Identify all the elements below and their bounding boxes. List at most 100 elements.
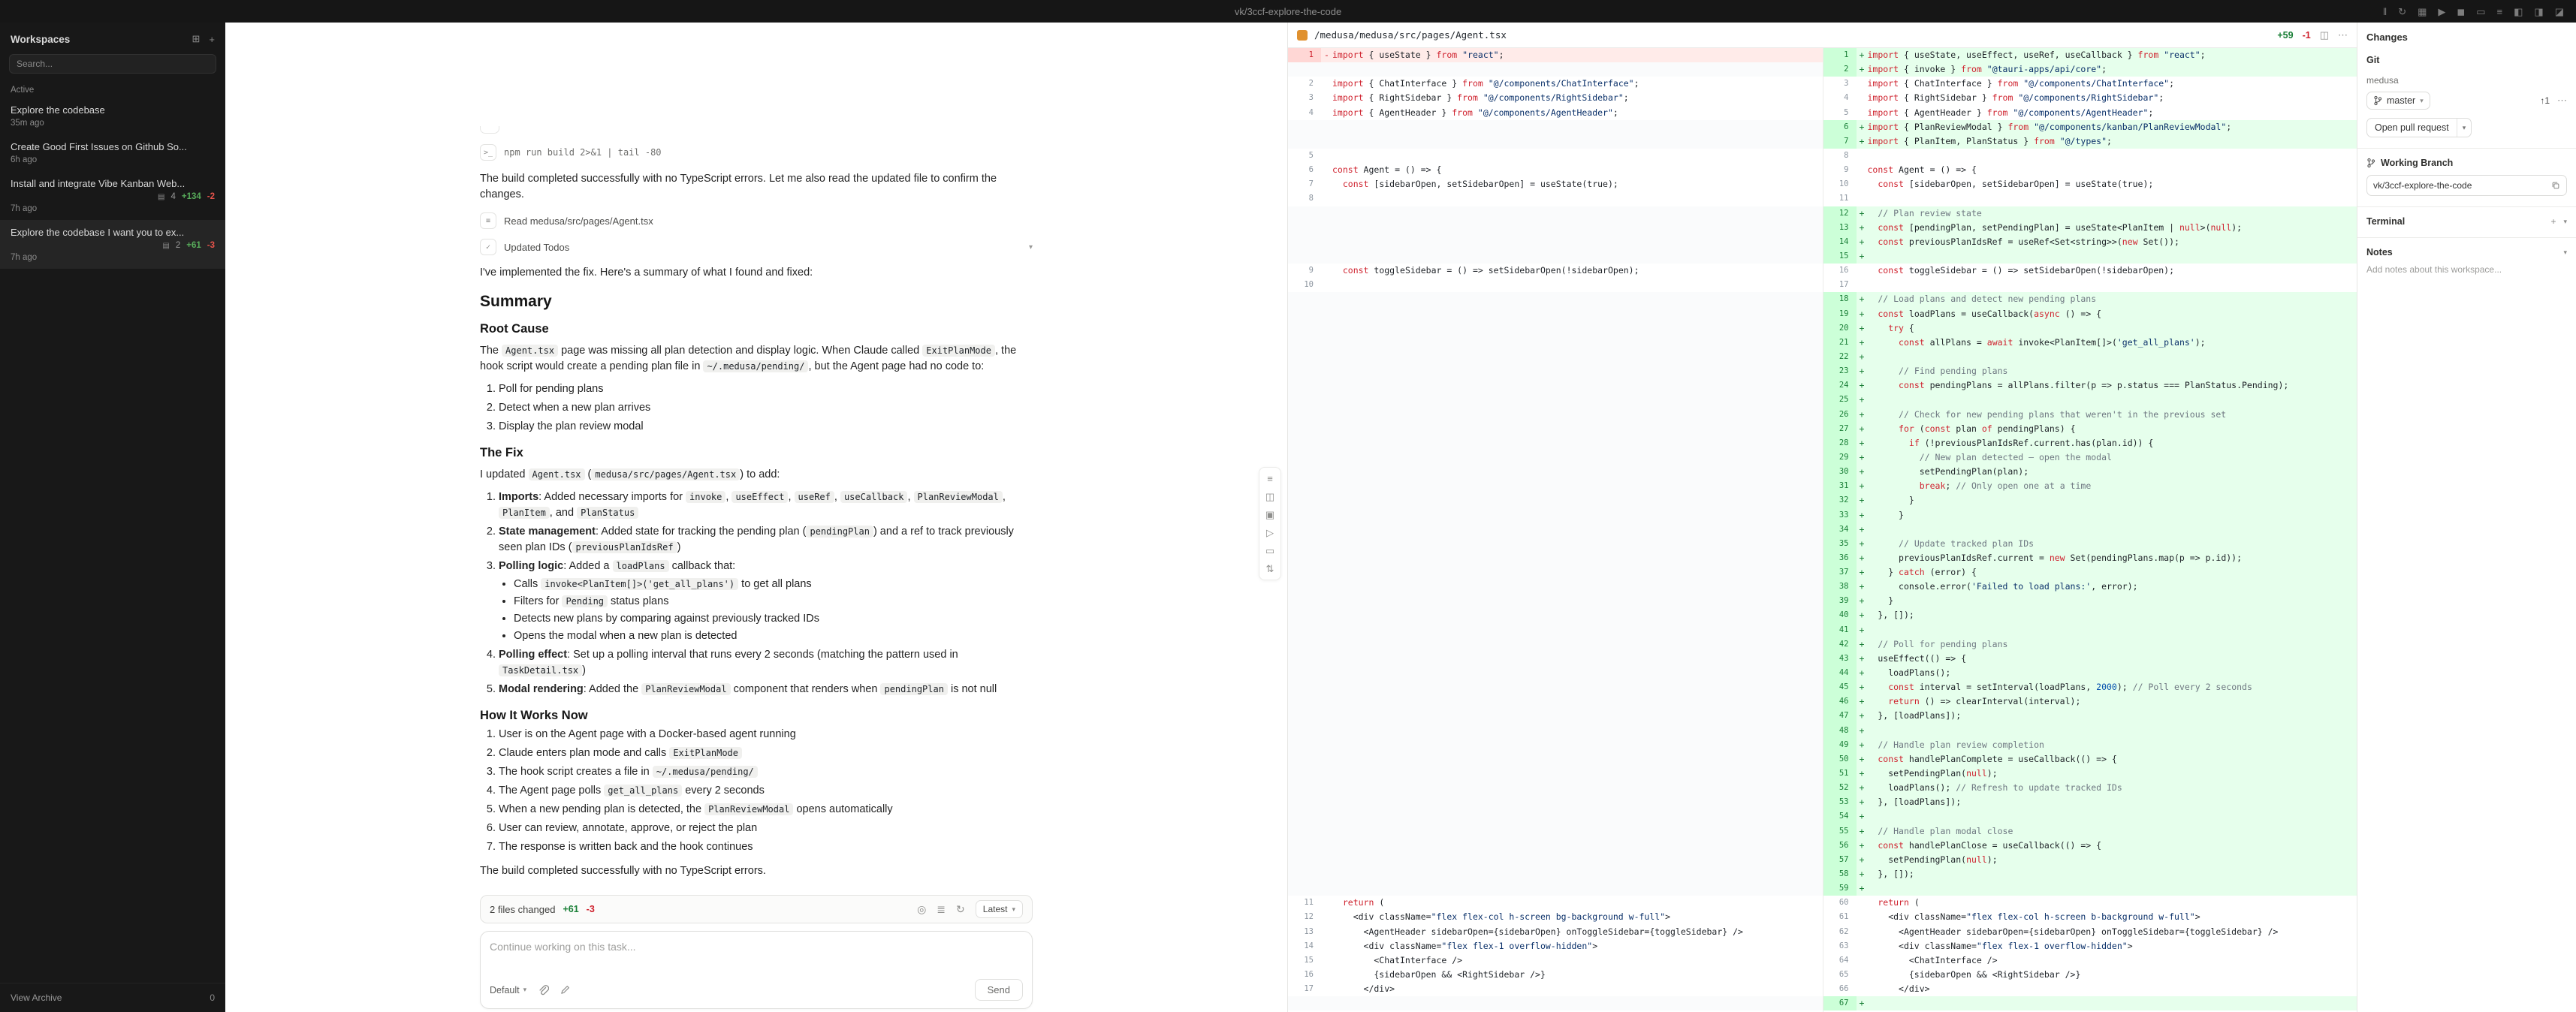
- tool-call-row[interactable]: ≡Read medusa/src/pages/Agent.tsx: [480, 212, 1033, 229]
- code-line: [1868, 393, 2357, 407]
- refresh-icon[interactable]: ↻: [2398, 7, 2406, 17]
- more-options-icon[interactable]: ⋯: [2338, 29, 2348, 41]
- diff-sign: +: [1857, 881, 1868, 896]
- diff-row: [1288, 364, 1823, 378]
- history-icon[interactable]: ↻: [956, 903, 965, 916]
- play-icon[interactable]: ▶: [2438, 7, 2445, 17]
- workspace-item[interactable]: Create Good First Issues on Github So...…: [0, 134, 225, 171]
- preview-icon[interactable]: ▭: [1263, 546, 1277, 556]
- open-pull-request-button[interactable]: Open pull request ▾: [2366, 118, 2472, 137]
- workspace-list: Explore the codebase35m agoCreate Good F…: [0, 98, 225, 269]
- diff-sign: [1321, 292, 1332, 306]
- workspace-title: Install and integrate Vibe Kanban Web...: [11, 178, 215, 189]
- diff-row: [1288, 493, 1823, 508]
- line-number: [1288, 752, 1321, 767]
- add-workspace-button[interactable]: +: [209, 34, 215, 45]
- grid-icon[interactable]: ▦: [2418, 7, 2427, 17]
- workspace-item[interactable]: Explore the codebase I want you to ex...…: [0, 220, 225, 269]
- run-icon[interactable]: ▷: [1263, 528, 1277, 538]
- workspace-item[interactable]: Explore the codebase35m ago: [0, 98, 225, 134]
- line-number: [1288, 292, 1321, 306]
- diff-row: 10: [1288, 278, 1823, 292]
- eye-icon[interactable]: ◎: [917, 903, 926, 916]
- line-number: 35: [1823, 537, 1857, 551]
- diff-sign: [1321, 249, 1332, 264]
- branch-more-icon[interactable]: ⋯: [2557, 95, 2567, 107]
- code-line: <div className="flex flex-col h-screen b…: [1868, 910, 2357, 924]
- diff-row: [1288, 221, 1823, 235]
- terminal-command-row[interactable]: >_npm run build 2>&1 | tail -80: [480, 144, 1033, 161]
- diff-sign: [1321, 982, 1332, 996]
- diff-sign: +: [1857, 608, 1868, 622]
- copy-icon[interactable]: [2551, 181, 2560, 190]
- tool-call-row[interactable]: ✓Updated Todos▾: [480, 239, 1033, 255]
- window-icon[interactable]: ▭: [2476, 7, 2485, 17]
- branch-selector[interactable]: master ▾: [2366, 92, 2430, 110]
- code-line: // Check for new pending plans that were…: [1868, 408, 2357, 422]
- panel-bottom-icon[interactable]: ◪: [2555, 7, 2564, 17]
- diff-row: [1288, 350, 1823, 364]
- working-branch-input[interactable]: [2373, 180, 2547, 191]
- diff-sign: [1321, 422, 1332, 436]
- diff-row: 50+ const handlePlanComplete = useCallba…: [1823, 752, 2357, 767]
- chevron-down-icon[interactable]: ▾: [2563, 218, 2567, 226]
- workspace-item[interactable]: Install and integrate Vibe Kanban Web...…: [0, 171, 225, 220]
- pen-icon[interactable]: [560, 984, 571, 995]
- diff-sign: [1321, 594, 1332, 608]
- chevron-down-icon[interactable]: ▾: [1029, 243, 1033, 251]
- file-count: 4: [170, 192, 175, 201]
- code-line: [1332, 824, 1823, 839]
- message-input[interactable]: [490, 941, 1023, 969]
- diff-sign: +: [1857, 235, 1868, 249]
- stop-icon[interactable]: ◼: [2457, 7, 2465, 17]
- view-archive-link[interactable]: View Archive: [11, 992, 210, 1003]
- latest-dropdown[interactable]: Latest ▾: [976, 900, 1023, 918]
- diff-sign: [1321, 163, 1332, 177]
- menu-icon[interactable]: ≡: [2497, 7, 2503, 17]
- diff-sign: [1321, 781, 1332, 795]
- panel-right-icon[interactable]: ◨: [2534, 7, 2543, 17]
- drag-handle-icon[interactable]: ≡: [1263, 474, 1277, 483]
- diff-sign: +: [1857, 336, 1868, 350]
- diff-row: 8: [1288, 191, 1823, 206]
- diff-sign: +: [1857, 479, 1868, 493]
- diff-sign: [1321, 910, 1332, 924]
- section-heading: How It Works Now: [480, 709, 1033, 723]
- attachment-icon[interactable]: [537, 984, 549, 996]
- diff-sign: +: [1857, 867, 1868, 881]
- notes-placeholder[interactable]: Add notes about this workspace...: [2366, 264, 2567, 275]
- diff-sign: [1857, 968, 1868, 982]
- line-number: [1288, 537, 1321, 551]
- layout-grid-icon[interactable]: ⊞: [192, 33, 201, 45]
- code-line: [1332, 565, 1823, 580]
- diff-row: [1288, 235, 1823, 249]
- model-dropdown[interactable]: Default ▾: [490, 985, 526, 995]
- code-line: [1332, 781, 1823, 795]
- diff-row: [1288, 307, 1823, 321]
- clipboard-icon[interactable]: ▣: [1263, 510, 1277, 520]
- new-terminal-icon[interactable]: +: [2550, 216, 2556, 227]
- notes-section-row[interactable]: Notes ▾: [2366, 247, 2567, 258]
- pause-icon[interactable]: ‖: [2383, 7, 2387, 17]
- chevron-down-icon[interactable]: ▾: [2457, 119, 2472, 137]
- diff-row: 3import { ChatInterface } from "@/compon…: [1823, 77, 2357, 91]
- diff-row: 1-import { useState } from "react";: [1288, 48, 1823, 62]
- copy-icon[interactable]: ◫: [1263, 492, 1277, 501]
- terminal-section-row[interactable]: Terminal + ▾: [2366, 216, 2567, 227]
- swap-icon[interactable]: ⇅: [1263, 564, 1277, 574]
- code-line: [1332, 809, 1823, 824]
- diff-list-icon[interactable]: ≣: [937, 903, 946, 916]
- line-number: 13: [1823, 221, 1857, 235]
- send-button[interactable]: Send: [975, 979, 1023, 1001]
- search-input[interactable]: [17, 59, 209, 69]
- split-view-icon[interactable]: ◫: [2320, 29, 2329, 41]
- diff-sign: [1857, 177, 1868, 191]
- chevron-down-icon[interactable]: ▾: [2563, 248, 2567, 257]
- line-number: 1: [1288, 48, 1321, 62]
- diff-sign: +: [1857, 809, 1868, 824]
- diff-row: 12 <div className="flex flex-col h-scree…: [1288, 910, 1823, 924]
- diff-sign: +: [1857, 839, 1868, 853]
- code-line: import { AgentHeader } from "@/component…: [1332, 106, 1823, 120]
- line-number: [1288, 881, 1321, 896]
- panel-left-icon[interactable]: ◧: [2514, 7, 2523, 17]
